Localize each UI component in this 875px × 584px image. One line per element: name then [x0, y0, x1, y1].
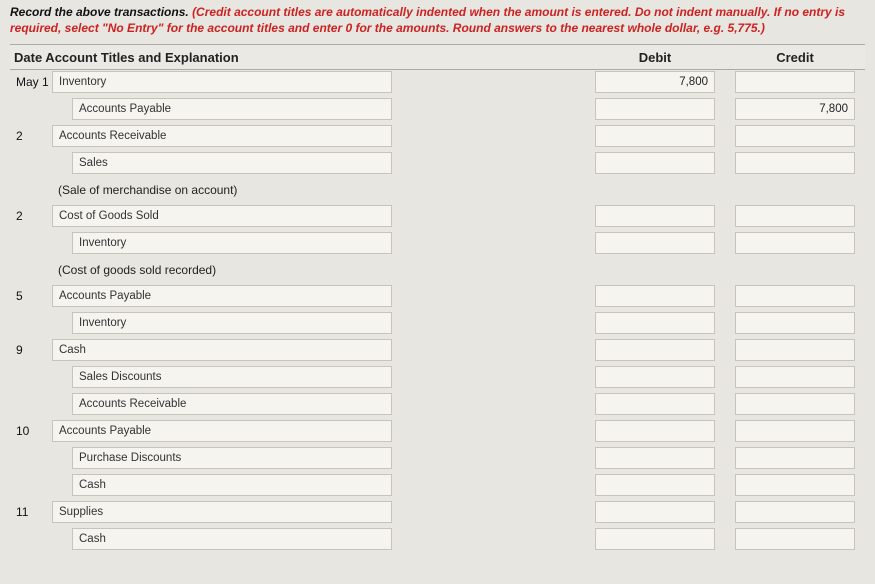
account-title-input[interactable]: Accounts Payable [72, 98, 392, 120]
journal-row: Sales Discounts [10, 365, 865, 389]
credit-input[interactable]: 7,800 [735, 98, 855, 120]
debit-input[interactable] [595, 205, 715, 227]
account-title-input[interactable]: Accounts Receivable [72, 393, 392, 415]
journal-row: 2Accounts Receivable [10, 124, 865, 148]
debit-input[interactable] [595, 232, 715, 254]
debit-input[interactable] [595, 393, 715, 415]
journal-row: 5Accounts Payable [10, 284, 865, 308]
journal-row: Cash [10, 473, 865, 497]
journal-row: Accounts Payable 7,800 [10, 97, 865, 121]
debit-input[interactable] [595, 474, 715, 496]
credit-input[interactable] [735, 366, 855, 388]
credit-input[interactable] [735, 71, 855, 93]
credit-input[interactable] [735, 125, 855, 147]
explanation-row: (Cost of goods sold recorded) [10, 258, 865, 282]
debit-input[interactable] [595, 285, 715, 307]
debit-input[interactable] [595, 152, 715, 174]
account-title-input[interactable]: Purchase Discounts [72, 447, 392, 469]
date-cell: May 1 [10, 75, 52, 89]
account-title-input[interactable]: Cash [52, 339, 392, 361]
account-title-input[interactable]: Cash [72, 474, 392, 496]
date-cell: 11 [10, 505, 52, 519]
account-title-input[interactable]: Inventory [72, 312, 392, 334]
credit-input[interactable] [735, 501, 855, 523]
account-title-input[interactable]: Cost of Goods Sold [52, 205, 392, 227]
debit-input[interactable] [595, 447, 715, 469]
credit-input[interactable] [735, 312, 855, 334]
credit-input[interactable] [735, 285, 855, 307]
journal-row: Accounts Receivable [10, 392, 865, 416]
account-title-input[interactable]: Inventory [52, 71, 392, 93]
debit-input[interactable] [595, 339, 715, 361]
journal-rows: May 1Inventory7,800Accounts Payable7,800… [10, 70, 865, 554]
journal-row: May 1Inventory 7,800 [10, 70, 865, 94]
header-account: Date Account Titles and Explanation [10, 50, 585, 65]
journal-row: 9Cash [10, 338, 865, 362]
account-title-input[interactable]: Accounts Payable [52, 420, 392, 442]
credit-input[interactable] [735, 447, 855, 469]
instructions-text: Record the above transactions. (Credit a… [10, 4, 865, 36]
date-cell: 5 [10, 289, 52, 303]
account-title-input[interactable]: Inventory [72, 232, 392, 254]
date-cell: 9 [10, 343, 52, 357]
explanation-text: (Cost of goods sold recorded) [52, 261, 216, 279]
date-cell: 2 [10, 209, 52, 223]
credit-input[interactable] [735, 232, 855, 254]
header-credit: Credit [725, 50, 865, 65]
instructions-prefix: Record the above transactions. [10, 5, 192, 19]
credit-input[interactable] [735, 474, 855, 496]
explanation-text: (Sale of merchandise on account) [52, 181, 237, 199]
account-title-input[interactable]: Cash [72, 528, 392, 550]
debit-input[interactable] [595, 312, 715, 334]
header-debit: Debit [585, 50, 725, 65]
journal-row: Purchase Discounts [10, 446, 865, 470]
debit-input[interactable] [595, 366, 715, 388]
credit-input[interactable] [735, 420, 855, 442]
table-header: Date Account Titles and Explanation Debi… [10, 44, 865, 70]
debit-input[interactable] [595, 125, 715, 147]
debit-input[interactable] [595, 528, 715, 550]
journal-row: 10Accounts Payable [10, 419, 865, 443]
credit-input[interactable] [735, 339, 855, 361]
credit-input[interactable] [735, 205, 855, 227]
journal-row: Inventory [10, 311, 865, 335]
account-title-input[interactable]: Sales Discounts [72, 366, 392, 388]
debit-input[interactable] [595, 98, 715, 120]
debit-input[interactable] [595, 420, 715, 442]
journal-row: 11Supplies [10, 500, 865, 524]
credit-input[interactable] [735, 393, 855, 415]
account-title-input[interactable]: Supplies [52, 501, 392, 523]
credit-input[interactable] [735, 152, 855, 174]
journal-row: Cash [10, 527, 865, 551]
debit-input[interactable] [595, 501, 715, 523]
account-title-input[interactable]: Accounts Receivable [52, 125, 392, 147]
account-title-input[interactable]: Sales [72, 152, 392, 174]
journal-row: Sales [10, 151, 865, 175]
journal-row: 2Cost of Goods Sold [10, 204, 865, 228]
debit-input[interactable]: 7,800 [595, 71, 715, 93]
date-cell: 2 [10, 129, 52, 143]
account-title-input[interactable]: Accounts Payable [52, 285, 392, 307]
journal-row: Inventory [10, 231, 865, 255]
explanation-row: (Sale of merchandise on account) [10, 178, 865, 202]
date-cell: 10 [10, 424, 52, 438]
credit-input[interactable] [735, 528, 855, 550]
